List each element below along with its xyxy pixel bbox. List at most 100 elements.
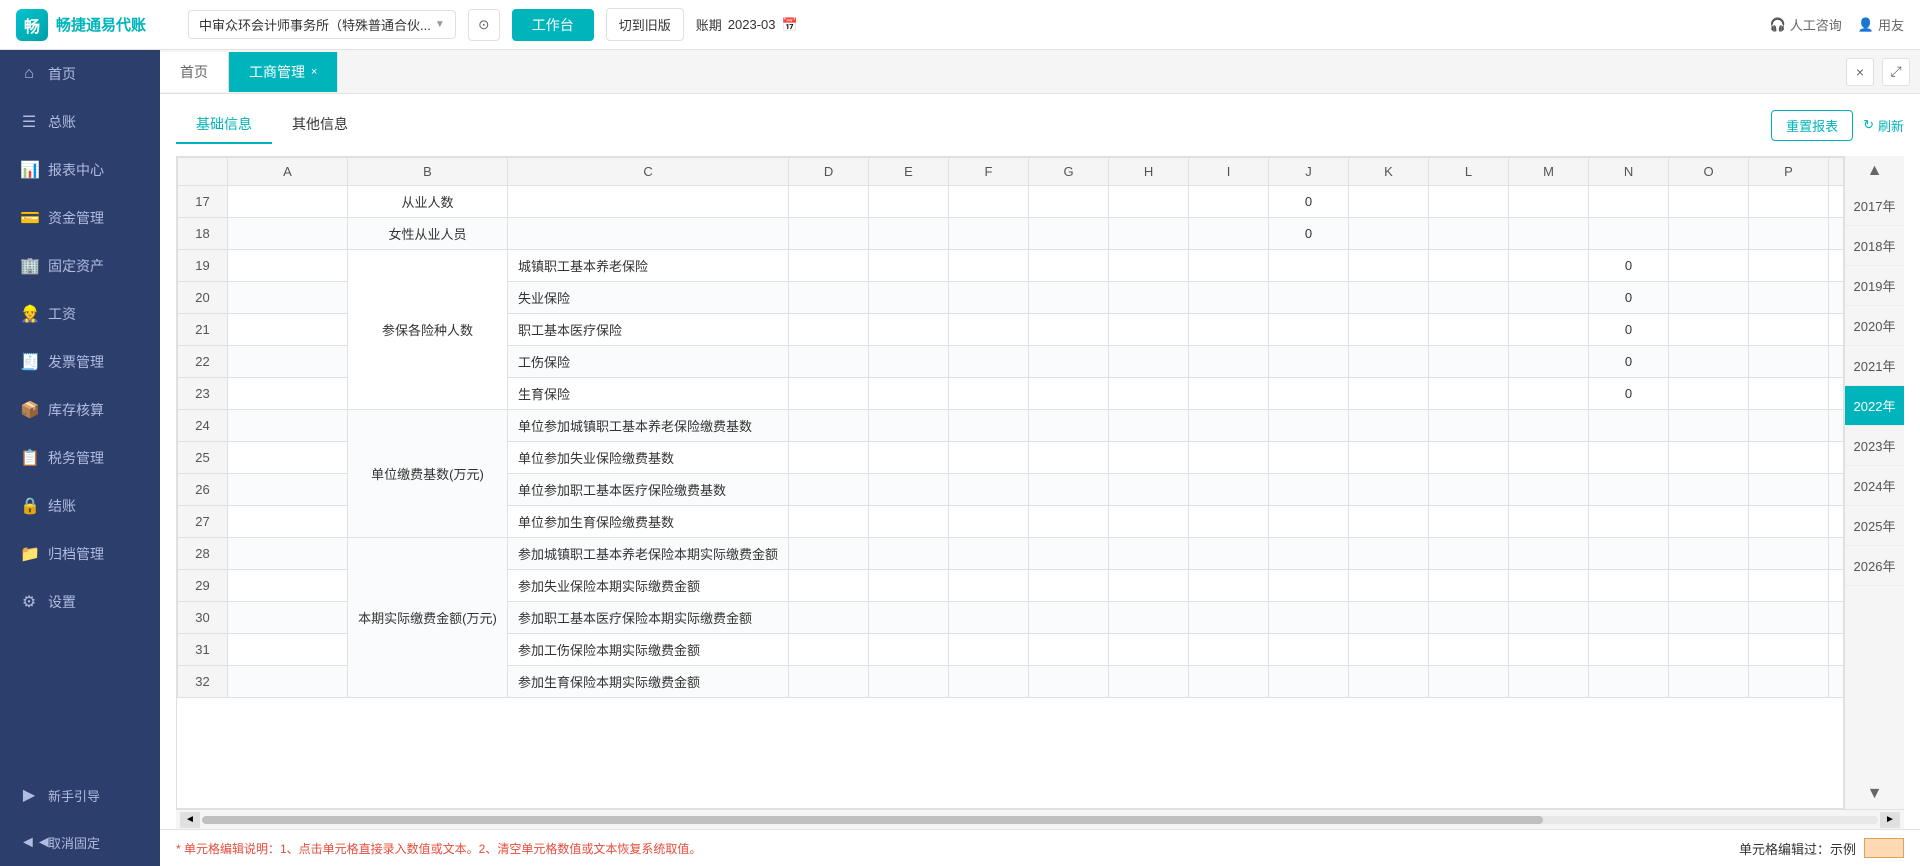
old-version-button[interactable]: 切到旧版 bbox=[606, 8, 684, 41]
cell-data[interactable] bbox=[789, 442, 869, 474]
cell-data[interactable] bbox=[789, 250, 869, 282]
user-service-button[interactable]: 🎧 人工咨询 bbox=[1770, 15, 1842, 34]
user-area[interactable]: 👤 用友 bbox=[1858, 15, 1904, 34]
cell-data[interactable]: 0 bbox=[1589, 378, 1669, 410]
cell-data[interactable] bbox=[1269, 442, 1349, 474]
cell-data[interactable] bbox=[789, 186, 869, 218]
calendar-icon[interactable]: 📅 bbox=[782, 17, 798, 33]
cell-data[interactable] bbox=[1109, 538, 1189, 570]
cell-data[interactable] bbox=[1189, 666, 1269, 698]
cell-data[interactable] bbox=[1349, 602, 1429, 634]
cell-data[interactable] bbox=[1749, 346, 1829, 378]
cell-data[interactable] bbox=[1589, 442, 1669, 474]
scroll-right-button[interactable]: ► bbox=[1880, 812, 1900, 828]
cell-data[interactable] bbox=[1429, 442, 1509, 474]
cell-data[interactable] bbox=[1029, 602, 1109, 634]
cell-data[interactable] bbox=[1349, 378, 1429, 410]
cell-data[interactable] bbox=[1349, 410, 1429, 442]
cell-data[interactable] bbox=[789, 570, 869, 602]
cell-a[interactable] bbox=[228, 282, 348, 314]
cell-data[interactable] bbox=[1509, 570, 1589, 602]
cell-data[interactable] bbox=[1749, 442, 1829, 474]
cell-data[interactable] bbox=[1429, 570, 1509, 602]
cell-data[interactable] bbox=[1109, 346, 1189, 378]
cell-data[interactable] bbox=[1429, 186, 1509, 218]
cell-data[interactable] bbox=[869, 474, 949, 506]
cell-data[interactable]: 0 bbox=[1589, 314, 1669, 346]
tab-close-icon[interactable]: × bbox=[311, 66, 317, 78]
cell-data[interactable] bbox=[1109, 250, 1189, 282]
sidebar-item-tax[interactable]: 📋 税务管理 bbox=[0, 434, 160, 482]
cell-data[interactable] bbox=[1829, 218, 1844, 250]
cell-data[interactable] bbox=[1349, 634, 1429, 666]
scroll-left-button[interactable]: ◄ bbox=[180, 812, 200, 828]
cell-data[interactable] bbox=[1509, 218, 1589, 250]
cell-data[interactable] bbox=[1509, 410, 1589, 442]
cell-data[interactable] bbox=[1669, 442, 1749, 474]
cell-data[interactable] bbox=[789, 378, 869, 410]
cell-data[interactable] bbox=[1269, 410, 1349, 442]
cell-data[interactable] bbox=[1749, 218, 1829, 250]
year-item[interactable]: 2022年 bbox=[1845, 386, 1904, 426]
cell-data[interactable] bbox=[1189, 506, 1269, 538]
cell-data[interactable] bbox=[1029, 506, 1109, 538]
cell-data[interactable] bbox=[1189, 570, 1269, 602]
cell-b[interactable]: 单位缴费基数(万元) bbox=[348, 410, 508, 538]
cell-data[interactable] bbox=[1669, 666, 1749, 698]
cell-c[interactable]: 工伤保险 bbox=[508, 346, 789, 378]
cell-data[interactable] bbox=[789, 602, 869, 634]
cell-data[interactable] bbox=[1829, 410, 1844, 442]
cell-data[interactable] bbox=[949, 218, 1029, 250]
cell-data[interactable] bbox=[1189, 314, 1269, 346]
cell-data[interactable] bbox=[1669, 218, 1749, 250]
cell-data[interactable] bbox=[1669, 250, 1749, 282]
sidebar-item-payroll[interactable]: 👷 工资 bbox=[0, 290, 160, 338]
cell-data[interactable] bbox=[949, 314, 1029, 346]
cell-data[interactable] bbox=[1589, 602, 1669, 634]
year-item[interactable]: 2024年 bbox=[1845, 466, 1904, 506]
cell-data[interactable] bbox=[1509, 186, 1589, 218]
cell-a[interactable] bbox=[228, 602, 348, 634]
cell-data[interactable] bbox=[1189, 602, 1269, 634]
year-item[interactable]: 2017年 bbox=[1845, 186, 1904, 226]
cell-data[interactable] bbox=[1349, 506, 1429, 538]
cell-c[interactable]: 单位参加职工基本医疗保险缴费基数 bbox=[508, 474, 789, 506]
cell-b[interactable]: 参保各险种人数 bbox=[348, 250, 508, 410]
cell-data[interactable] bbox=[1429, 410, 1509, 442]
cell-data[interactable] bbox=[1829, 346, 1844, 378]
cell-data[interactable] bbox=[1829, 250, 1844, 282]
cell-data[interactable] bbox=[1029, 442, 1109, 474]
cell-data[interactable] bbox=[1749, 378, 1829, 410]
cell-data[interactable] bbox=[1509, 282, 1589, 314]
cell-data[interactable] bbox=[1589, 186, 1669, 218]
cell-data[interactable] bbox=[1189, 538, 1269, 570]
cell-data[interactable] bbox=[1749, 314, 1829, 346]
cell-data[interactable] bbox=[789, 282, 869, 314]
cell-data[interactable] bbox=[1749, 602, 1829, 634]
cell-data[interactable] bbox=[1189, 282, 1269, 314]
cell-data[interactable] bbox=[1189, 346, 1269, 378]
cell-data[interactable] bbox=[789, 410, 869, 442]
cell-data[interactable] bbox=[1189, 250, 1269, 282]
cell-data[interactable] bbox=[1189, 474, 1269, 506]
cell-data[interactable] bbox=[949, 346, 1029, 378]
cell-data[interactable] bbox=[1749, 410, 1829, 442]
cell-data[interactable] bbox=[1269, 634, 1349, 666]
cell-data[interactable] bbox=[1829, 378, 1844, 410]
table-row[interactable]: 18女性从业人员0 bbox=[178, 218, 1845, 250]
cell-data[interactable] bbox=[789, 538, 869, 570]
cell-data[interactable] bbox=[789, 474, 869, 506]
cell-c[interactable] bbox=[508, 186, 789, 218]
cell-data[interactable] bbox=[869, 634, 949, 666]
cell-data[interactable] bbox=[1349, 346, 1429, 378]
cell-data[interactable] bbox=[1589, 666, 1669, 698]
cell-data[interactable] bbox=[949, 282, 1029, 314]
tab-bizmanage[interactable]: 工商管理 × bbox=[229, 52, 338, 92]
cell-data[interactable] bbox=[1269, 346, 1349, 378]
cell-a[interactable] bbox=[228, 410, 348, 442]
cell-data[interactable] bbox=[1749, 634, 1829, 666]
cell-data[interactable] bbox=[1189, 186, 1269, 218]
sidebar-item-unpin[interactable]: ◄◄ 取消固定 bbox=[0, 819, 160, 866]
cell-data[interactable] bbox=[1829, 538, 1844, 570]
cell-a[interactable] bbox=[228, 346, 348, 378]
